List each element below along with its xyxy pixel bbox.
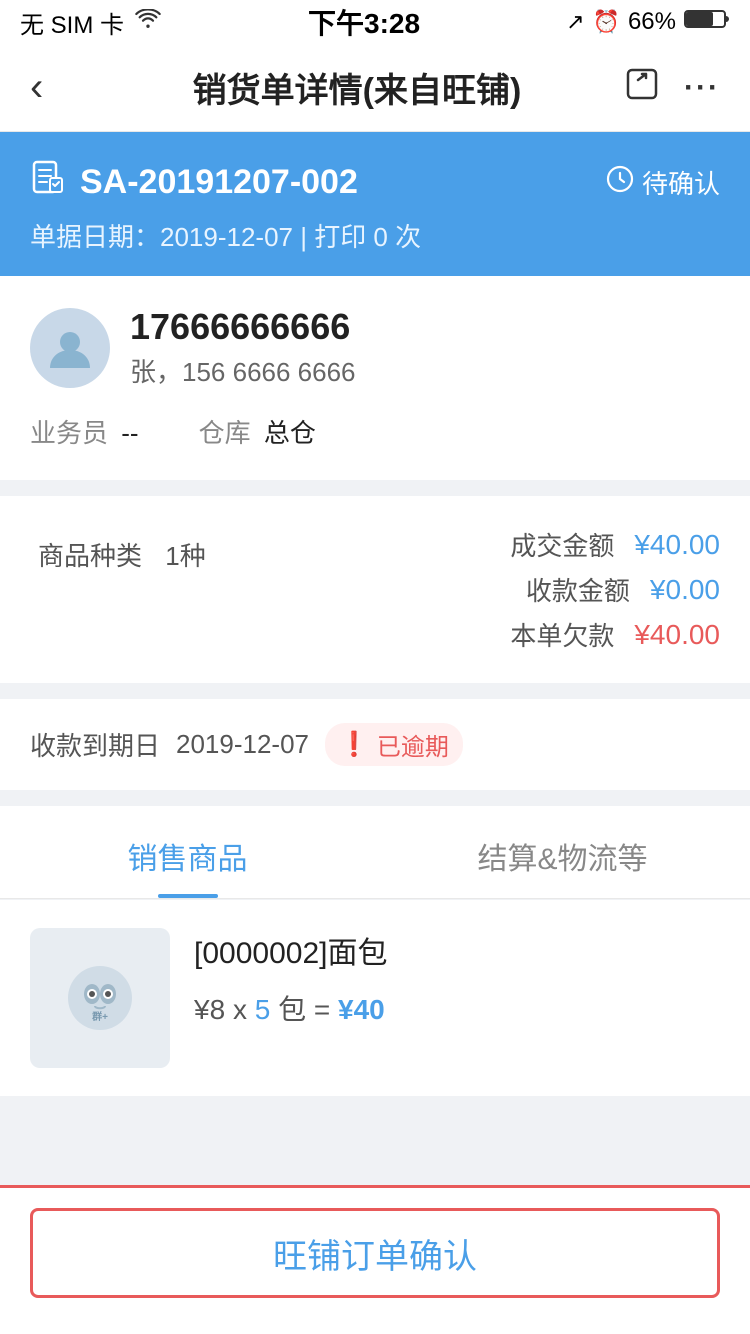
overdue-text: 已逾期	[377, 727, 449, 762]
location-icon: ↗	[566, 9, 584, 35]
stats-left: 商品种类 1种	[30, 526, 460, 573]
status-bar: 无 SIM 卡 下午3:28 ↗ ⏰ 66%	[0, 0, 750, 44]
balance-label: 本单欠款	[510, 616, 614, 653]
product-price: ¥8 x 5 包 = ¥40	[194, 988, 720, 1028]
carrier-text: 无 SIM 卡	[20, 5, 124, 40]
nav-actions: ···	[624, 66, 720, 110]
warehouse-item: 仓库 总仓	[199, 413, 316, 450]
total-price: ¥40	[338, 994, 385, 1025]
alarm-icon: ⏰	[593, 9, 620, 35]
stats-right: 成交金额 ¥40.00 收款金额 ¥0.00 本单欠款 ¥40.00	[460, 526, 720, 653]
overdue-badge: ❗ 已逾期	[325, 723, 463, 766]
tab-products[interactable]: 销售商品	[0, 806, 375, 898]
avatar	[30, 308, 110, 388]
tabs-container: 销售商品 结算&物流等	[0, 806, 750, 899]
order-header-row: SA-20191207-002 待确认	[30, 160, 720, 205]
tab-settlement-label: 结算&物流等	[477, 843, 647, 876]
customer-sub: 张，156 6666 6666	[130, 352, 356, 389]
salesperson-label: 业务员	[30, 418, 108, 448]
product-types: 商品种类 1种	[30, 536, 460, 573]
document-icon	[30, 160, 66, 205]
battery-icon	[684, 8, 730, 37]
equals-sign: =	[314, 994, 338, 1025]
multiply-sign: x	[233, 994, 255, 1025]
unit-price: ¥8	[194, 994, 225, 1025]
nav-bar: ‹ 销货单详情(来自旺铺) ···	[0, 44, 750, 132]
confirm-order-button[interactable]: 旺铺订单确认	[30, 1208, 720, 1298]
deal-amount-label: 成交金额	[510, 526, 614, 563]
customer-details: 17666666666 张，156 6666 6666	[130, 306, 356, 389]
warehouse-label: 仓库	[199, 418, 251, 448]
due-date-label: 收款到期日	[30, 726, 160, 763]
tab-products-label: 销售商品	[128, 843, 248, 876]
customer-phone: 17666666666	[130, 306, 356, 348]
warehouse-val: 总仓	[264, 418, 316, 448]
wifi-icon	[134, 8, 162, 36]
product-name: [0000002]面包	[194, 928, 720, 972]
customer-card: 17666666666 张，156 6666 6666 业务员 -- 仓库 总仓	[0, 276, 750, 480]
received-val: ¥0.00	[650, 574, 720, 606]
product-info: [0000002]面包 ¥8 x 5 包 = ¥40	[194, 928, 720, 1028]
customer-info-row: 17666666666 张，156 6666 6666	[30, 306, 720, 389]
order-id-text: SA-20191207-002	[80, 163, 358, 202]
due-date-row: 收款到期日 2019-12-07 ❗ 已逾期	[0, 699, 750, 790]
status-left: 无 SIM 卡	[20, 5, 162, 40]
more-icon[interactable]: ···	[684, 71, 720, 105]
product-types-val: 1种	[165, 541, 205, 571]
stats-card: 商品种类 1种 成交金额 ¥40.00 收款金额 ¥0.00 本单欠款 ¥40.…	[0, 496, 750, 683]
unit-text: 包	[278, 994, 306, 1025]
product-card: 群+ [0000002]面包 ¥8 x 5 包 = ¥40	[0, 900, 750, 1096]
product-types-label: 商品种类	[38, 541, 142, 571]
back-button[interactable]: ‹	[30, 65, 90, 110]
received-row: 收款金额 ¥0.00	[526, 571, 720, 608]
quantity: 5	[255, 994, 271, 1025]
due-date-val: 2019-12-07	[176, 729, 309, 760]
bottom-bar: 旺铺订单确认	[0, 1185, 750, 1334]
balance-val: ¥40.00	[634, 619, 720, 651]
page-title: 销货单详情(来自旺铺)	[193, 63, 522, 112]
order-id: SA-20191207-002	[30, 160, 358, 205]
salesperson-val: --	[121, 418, 138, 448]
share-icon[interactable]	[624, 66, 660, 110]
battery-text: 66%	[628, 8, 676, 36]
clock-icon	[606, 165, 634, 200]
product-thumbnail: 群+	[30, 928, 170, 1068]
order-status: 待确认	[606, 164, 720, 201]
received-label: 收款金额	[526, 571, 630, 608]
balance-row: 本单欠款 ¥40.00	[510, 616, 720, 653]
deal-amount-val: ¥40.00	[634, 529, 720, 561]
header-card: SA-20191207-002 待确认 单据日期：2019-12-07 | 打印…	[0, 132, 750, 276]
status-right: ↗ ⏰ 66%	[566, 8, 730, 37]
customer-extra-info: 业务员 -- 仓库 总仓	[30, 405, 720, 450]
time-text: 下午3:28	[308, 2, 420, 42]
salesperson-item: 业务员 --	[30, 413, 139, 450]
order-meta: 单据日期：2019-12-07 | 打印 0 次	[30, 217, 720, 254]
overdue-icon: ❗	[339, 730, 369, 759]
deal-amount-row: 成交金额 ¥40.00	[510, 526, 720, 563]
tab-settlement[interactable]: 结算&物流等	[375, 806, 750, 898]
status-text: 待确认	[642, 164, 720, 201]
svg-text:群+: 群+	[92, 1010, 108, 1023]
